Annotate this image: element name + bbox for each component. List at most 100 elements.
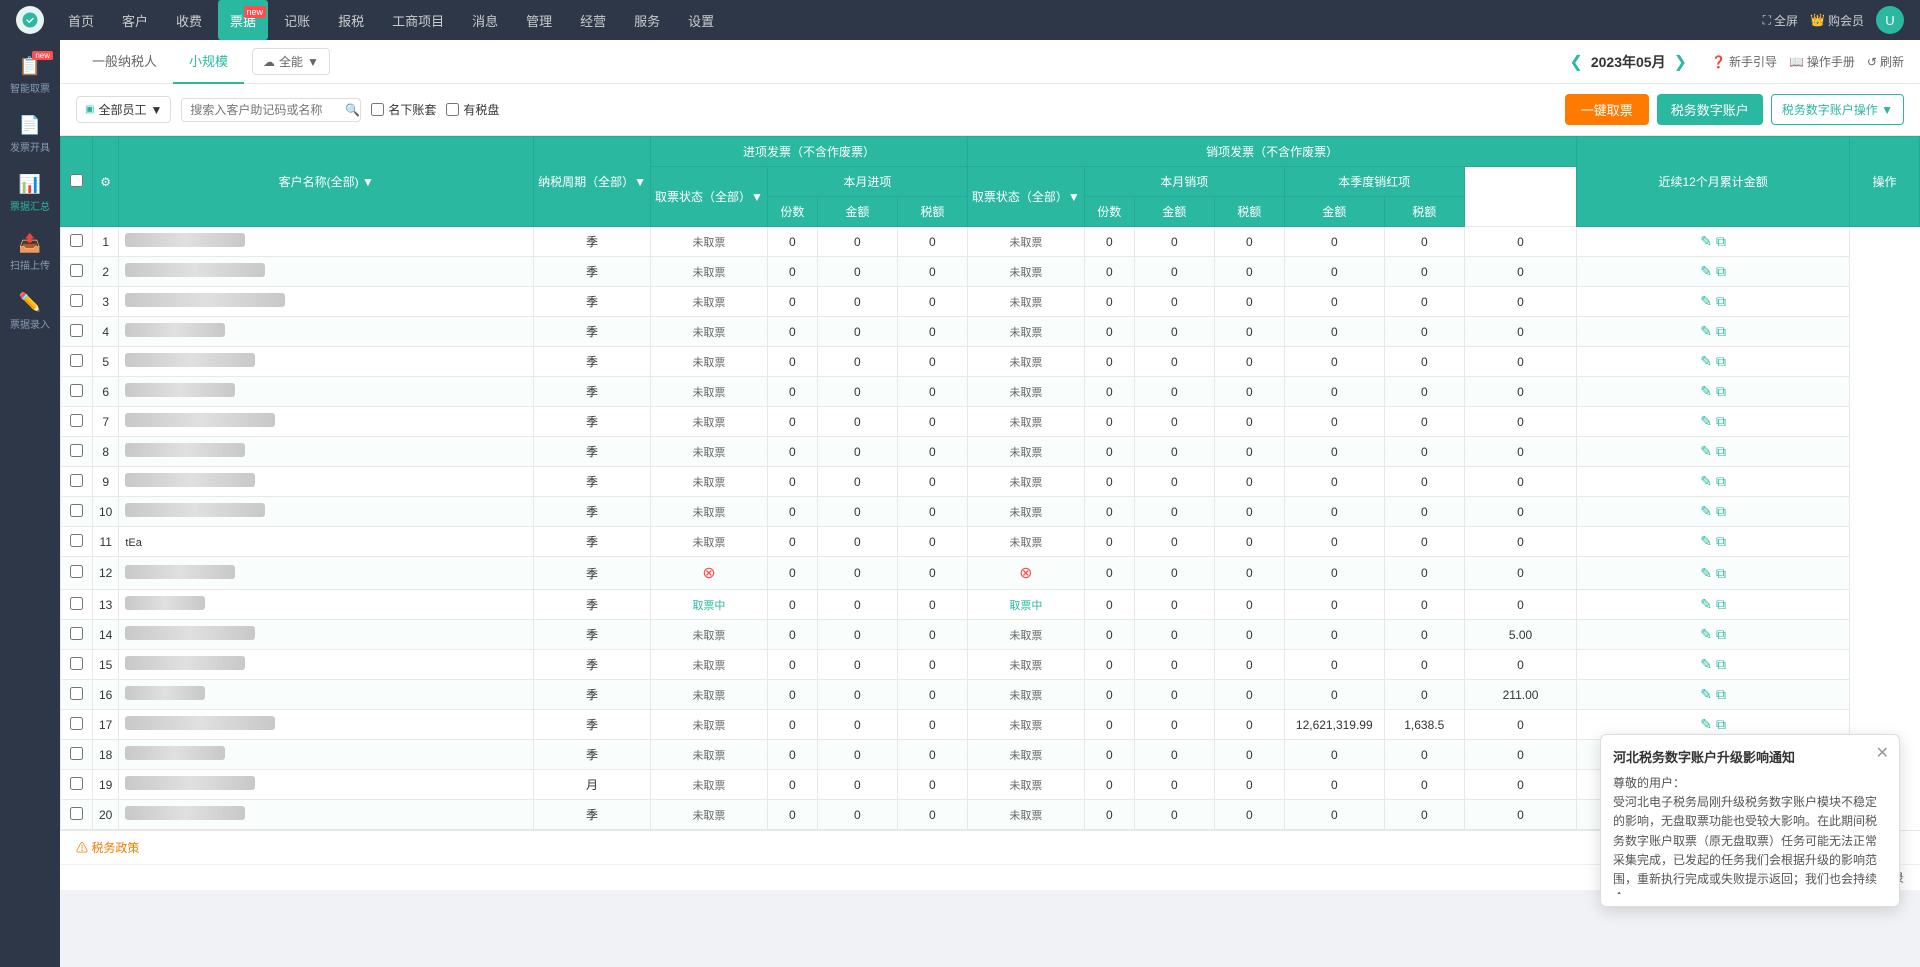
- select-all-checkbox[interactable]: [70, 174, 83, 187]
- search-input[interactable]: [190, 103, 345, 117]
- nav-settings[interactable]: 设置: [676, 0, 726, 40]
- edit-icon[interactable]: ✎: [1700, 443, 1712, 460]
- edit-icon[interactable]: ✎: [1700, 323, 1712, 340]
- employee-select[interactable]: ▣ 全部员工 ▼: [76, 96, 171, 123]
- row-checkbox[interactable]: [61, 227, 93, 257]
- copy-icon[interactable]: ⧉: [1716, 353, 1726, 370]
- edit-icon[interactable]: ✎: [1700, 413, 1712, 430]
- sidebar-item-smart-invoice[interactable]: 📋 智能取票 new: [4, 48, 56, 103]
- edit-icon[interactable]: ✎: [1700, 596, 1712, 613]
- row-checkbox[interactable]: [61, 680, 93, 710]
- edit-icon[interactable]: ✎: [1700, 626, 1712, 643]
- nav-bookkeeping[interactable]: 记账: [272, 0, 322, 40]
- copy-icon[interactable]: ⧉: [1716, 565, 1726, 582]
- edit-icon[interactable]: ✎: [1700, 473, 1712, 490]
- row-checkbox[interactable]: [61, 257, 93, 287]
- row-client-name[interactable]: [119, 590, 534, 620]
- nav-service[interactable]: 服务: [622, 0, 672, 40]
- row-checkbox[interactable]: [61, 650, 93, 680]
- row-client-name[interactable]: [119, 227, 534, 257]
- nav-message[interactable]: 消息: [460, 0, 510, 40]
- nav-fee[interactable]: 收费: [164, 0, 214, 40]
- copy-icon[interactable]: ⧉: [1716, 383, 1726, 400]
- row-checkbox[interactable]: [61, 557, 93, 590]
- nav-client[interactable]: 客户: [110, 0, 160, 40]
- digital-account-button[interactable]: 税务数字账户: [1657, 94, 1763, 125]
- row-checkbox[interactable]: [61, 800, 93, 830]
- nav-home[interactable]: 首页: [56, 0, 106, 40]
- copy-icon[interactable]: ⧉: [1716, 533, 1726, 550]
- sidebar-item-scan-upload[interactable]: 📤 扫描上传: [4, 225, 56, 280]
- copy-icon[interactable]: ⧉: [1716, 656, 1726, 673]
- copy-icon[interactable]: ⧉: [1716, 293, 1726, 310]
- copy-icon[interactable]: ⧉: [1716, 443, 1726, 460]
- nav-manage[interactable]: 管理: [514, 0, 564, 40]
- row-client-name[interactable]: [119, 347, 534, 377]
- row-checkbox[interactable]: [61, 437, 93, 467]
- row-client-name[interactable]: [119, 287, 534, 317]
- out-status-error[interactable]: ⊗: [1019, 565, 1032, 582]
- edit-icon[interactable]: ✎: [1700, 686, 1712, 703]
- th-tax-period[interactable]: 纳税周期（全部）▼: [534, 137, 651, 227]
- settings-icon[interactable]: ⚙: [100, 175, 111, 189]
- edit-icon[interactable]: ✎: [1700, 293, 1712, 310]
- copy-icon[interactable]: ⧉: [1716, 503, 1726, 520]
- row-client-name[interactable]: [119, 437, 534, 467]
- tab-general-taxpayer[interactable]: 一般纳税人: [76, 40, 173, 84]
- row-client-name[interactable]: [119, 800, 534, 830]
- row-checkbox[interactable]: [61, 347, 93, 377]
- copy-icon[interactable]: ⧉: [1716, 323, 1726, 340]
- tab-all[interactable]: ☁ 全能 ▼: [252, 48, 330, 75]
- row-checkbox[interactable]: [61, 287, 93, 317]
- row-checkbox[interactable]: [61, 527, 93, 557]
- row-checkbox[interactable]: [61, 590, 93, 620]
- user-avatar[interactable]: U: [1876, 6, 1904, 34]
- edit-icon[interactable]: ✎: [1700, 263, 1712, 280]
- nav-invoice[interactable]: 票据 new: [218, 0, 268, 40]
- digital-account-operation-button[interactable]: 税务数字账户操作 ▼: [1771, 94, 1904, 125]
- sidebar-item-open-invoice[interactable]: 📄 发票开具: [4, 107, 56, 162]
- checkbox-has-tax-disk[interactable]: 有税盘: [446, 101, 499, 118]
- copy-icon[interactable]: ⧉: [1716, 473, 1726, 490]
- row-client-name[interactable]: [119, 467, 534, 497]
- edit-icon[interactable]: ✎: [1700, 383, 1712, 400]
- row-checkbox[interactable]: [61, 377, 93, 407]
- copy-icon[interactable]: ⧉: [1716, 263, 1726, 280]
- copy-icon[interactable]: ⧉: [1716, 716, 1726, 733]
- row-checkbox[interactable]: [61, 467, 93, 497]
- edit-icon[interactable]: ✎: [1700, 565, 1712, 582]
- policy-link[interactable]: ⚠ 税务政策: [76, 839, 139, 856]
- edit-icon[interactable]: ✎: [1700, 503, 1712, 520]
- refresh-button[interactable]: ↺ 刷新: [1867, 53, 1904, 70]
- sidebar-item-invoice-summary[interactable]: 📊 票据汇总: [4, 166, 56, 221]
- nav-tax[interactable]: 报税: [326, 0, 376, 40]
- edit-icon[interactable]: ✎: [1700, 233, 1712, 250]
- row-checkbox[interactable]: [61, 620, 93, 650]
- row-checkbox[interactable]: [61, 317, 93, 347]
- th-client-name[interactable]: 客户名称(全部) ▼: [119, 137, 534, 227]
- row-client-name[interactable]: [119, 497, 534, 527]
- row-checkbox[interactable]: [61, 407, 93, 437]
- row-checkbox[interactable]: [61, 740, 93, 770]
- row-client-name[interactable]: [119, 710, 534, 740]
- new-guide-button[interactable]: ❓ 新手引导: [1711, 53, 1777, 70]
- nav-operation[interactable]: 经营: [568, 0, 618, 40]
- th-out-status[interactable]: 取票状态（全部）▼: [967, 167, 1084, 227]
- prev-month-button[interactable]: ❮: [1569, 52, 1582, 72]
- in-status-error[interactable]: ⊗: [702, 565, 715, 582]
- edit-icon[interactable]: ✎: [1700, 656, 1712, 673]
- search-box[interactable]: 🔍: [181, 98, 361, 122]
- manual-button[interactable]: 📖 操作手册: [1789, 53, 1855, 70]
- edit-icon[interactable]: ✎: [1700, 353, 1712, 370]
- nav-business[interactable]: 工商项目: [380, 0, 456, 40]
- row-client-name[interactable]: [119, 377, 534, 407]
- row-client-name[interactable]: [119, 770, 534, 800]
- row-client-name[interactable]: [119, 257, 534, 287]
- search-icon[interactable]: 🔍: [345, 103, 360, 117]
- row-client-name[interactable]: [119, 620, 534, 650]
- th-in-status[interactable]: 取票状态（全部）▼: [651, 167, 768, 227]
- edit-icon[interactable]: ✎: [1700, 716, 1712, 733]
- row-client-name[interactable]: tEa: [119, 527, 534, 557]
- sidebar-item-invoice-entry[interactable]: ✏️ 票据录入: [4, 284, 56, 339]
- row-client-name[interactable]: [119, 317, 534, 347]
